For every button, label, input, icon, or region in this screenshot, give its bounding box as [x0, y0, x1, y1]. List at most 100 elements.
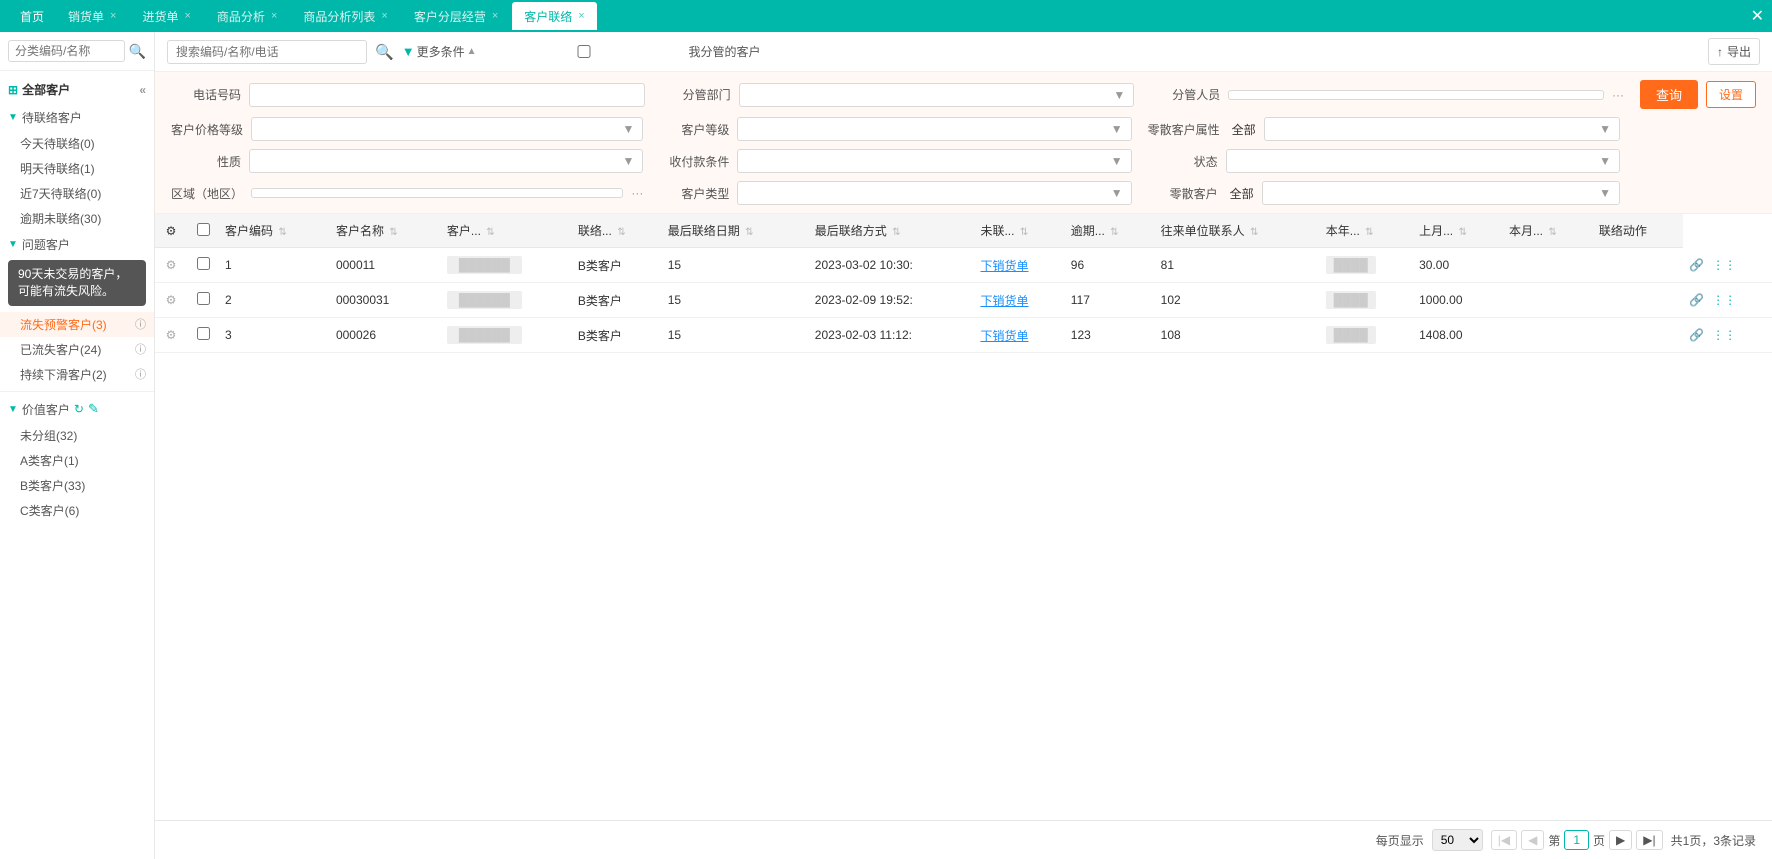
more-dots-icon[interactable]: ··· [1612, 88, 1624, 102]
action-menu-icon[interactable]: ⋮⋮ [1712, 258, 1736, 272]
filter-phone-input[interactable] [249, 83, 645, 107]
row-select-checkbox[interactable] [197, 327, 210, 340]
filter-person-select[interactable] [1228, 90, 1604, 100]
action-link-icon[interactable]: 🔗 [1689, 258, 1704, 272]
first-page-button[interactable]: |◀ [1491, 830, 1517, 850]
next-page-button[interactable]: ▶ [1609, 830, 1632, 850]
per-page-select[interactable]: 50 100 200 [1432, 829, 1483, 851]
sidebar-item-churned[interactable]: 已流失客户(24) ⓘ [0, 337, 154, 362]
close-icon[interactable]: × [184, 10, 190, 22]
sort-icon[interactable]: ⇅ [1250, 227, 1258, 238]
close-icon[interactable]: × [271, 10, 277, 22]
advanced-filter-panel: 电话号码 分管部门 ▼ 分管人员 ··· [155, 72, 1772, 214]
th-checkbox[interactable] [187, 214, 219, 248]
sidebar-item-declining[interactable]: 持续下滑客户(2) ⓘ [0, 362, 154, 387]
sidebar-item-7days[interactable]: 近7天待联络(0) [0, 181, 154, 206]
sort-icon[interactable]: ⇅ [745, 227, 753, 238]
edit-icon[interactable]: ✎ [88, 401, 99, 417]
sort-icon[interactable]: ⇅ [1458, 227, 1466, 238]
more-conditions-button[interactable]: ▼ 更多条件 ▲ [402, 43, 477, 60]
sort-icon[interactable]: ⇅ [1110, 227, 1118, 238]
filter-price-level-select[interactable]: ▼ [251, 117, 643, 141]
row-checkbox[interactable] [187, 283, 219, 318]
close-icon[interactable]: × [492, 10, 498, 22]
tab-home[interactable]: 首页 [8, 2, 56, 30]
settings-button[interactable]: 设置 [1706, 81, 1756, 108]
query-button[interactable]: 查询 [1640, 80, 1698, 109]
sidebar-group-pending[interactable]: ▼ 待联络客户 [0, 104, 154, 131]
my-customer-checkbox[interactable]: 我分管的客户 [484, 43, 760, 60]
export-button[interactable]: ↑ 导出 [1708, 38, 1760, 65]
filter-dept-select[interactable]: ▼ [739, 83, 1135, 107]
select-all-checkbox[interactable] [197, 223, 210, 236]
action-link-icon[interactable]: 🔗 [1689, 328, 1704, 342]
close-icon[interactable]: × [381, 10, 387, 22]
row-settings[interactable]: ⚙ [155, 318, 187, 353]
category-search-input[interactable] [8, 40, 125, 62]
filter-retail-attr-select[interactable]: ▼ [1264, 117, 1620, 141]
sidebar-group-problem[interactable]: ▼ 问题客户 [0, 231, 154, 258]
filter-retail-select[interactable]: ▼ [1262, 181, 1620, 205]
tab-product-list[interactable]: 商品分析列表 × [291, 2, 399, 30]
row-last-way: 下销货单 [974, 283, 1064, 318]
search-input[interactable] [167, 40, 367, 64]
filter-price-level: 客户价格等级 ▼ [171, 117, 643, 141]
filter-status-select[interactable]: ▼ [1226, 149, 1620, 173]
page-unit: 页 [1593, 832, 1605, 849]
sort-icon[interactable]: ⇅ [389, 227, 397, 238]
sidebar-item-class-a[interactable]: A类客户(1) [0, 448, 154, 473]
more-dots-icon[interactable]: ··· [631, 186, 643, 200]
sort-icon[interactable]: ⇅ [486, 227, 494, 238]
th-settings[interactable]: ⚙ [155, 214, 187, 248]
row-settings[interactable]: ⚙ [155, 248, 187, 283]
sidebar-group-value[interactable]: ▼ 价值客户 ↻ ✎ [0, 396, 154, 423]
row-select-checkbox[interactable] [197, 292, 210, 305]
action-menu-icon[interactable]: ⋮⋮ [1712, 328, 1736, 342]
tab-sales[interactable]: 销货单 × [56, 2, 128, 30]
filter-payment-select[interactable]: ▼ [737, 149, 1131, 173]
sort-icon[interactable]: ⇅ [617, 227, 625, 238]
sort-icon[interactable]: ⇅ [278, 227, 286, 238]
row-action: 🔗 ⋮⋮ [1683, 283, 1772, 318]
search-icon[interactable]: 🔍 [375, 43, 394, 61]
main-layout: 🔍 ⊞ 全部客户 « ▼ 待联络客户 今天待联络(0) 明天待联络(1) 近7天… [0, 32, 1772, 859]
filter-nature-select[interactable]: ▼ [249, 149, 643, 173]
tab-customer-contact[interactable]: 客户联络 × [512, 2, 596, 30]
close-all-button[interactable]: ✕ [1751, 6, 1764, 26]
prev-page-button[interactable]: ◀ [1521, 830, 1544, 850]
sidebar-item-tomorrow[interactable]: 明天待联络(1) [0, 156, 154, 181]
close-icon[interactable]: × [578, 10, 584, 22]
action-link-icon[interactable]: 🔗 [1689, 293, 1704, 307]
row-overdue: 102 [1155, 283, 1320, 318]
row-select-checkbox[interactable] [197, 257, 210, 270]
sidebar-item-overdue[interactable]: 逾期未联络(30) [0, 206, 154, 231]
filter-cust-type-select[interactable]: ▼ [737, 181, 1131, 205]
row-settings[interactable]: ⚙ [155, 283, 187, 318]
tab-customer-segment[interactable]: 客户分层经营 × [402, 2, 510, 30]
sort-icon[interactable]: ⇅ [1548, 227, 1556, 238]
sidebar-item-today[interactable]: 今天待联络(0) [0, 131, 154, 156]
arrow-icon: ▼ [8, 239, 18, 250]
sidebar-item-class-c[interactable]: C类客户(6) [0, 498, 154, 523]
sidebar-item-class-b[interactable]: B类客户(33) [0, 473, 154, 498]
sort-icon[interactable]: ⇅ [1020, 227, 1028, 238]
sort-icon[interactable]: ⇅ [1365, 227, 1373, 238]
sort-icon[interactable]: ⇅ [892, 227, 900, 238]
refresh-icon[interactable]: ↻ [74, 402, 84, 416]
row-checkbox[interactable] [187, 248, 219, 283]
my-customer-check[interactable] [484, 45, 684, 58]
collapse-icon[interactable]: « [139, 83, 146, 97]
sidebar-all-customers[interactable]: ⊞ 全部客户 « [0, 75, 154, 104]
last-page-button[interactable]: ▶| [1636, 830, 1662, 850]
filter-region-select[interactable] [251, 188, 623, 198]
row-unlink: 117 [1065, 283, 1155, 318]
action-menu-icon[interactable]: ⋮⋮ [1712, 293, 1736, 307]
filter-customer-level-select[interactable]: ▼ [737, 117, 1131, 141]
row-checkbox[interactable] [187, 318, 219, 353]
tab-purchase[interactable]: 进货单 × [130, 2, 202, 30]
tab-product-analysis[interactable]: 商品分析 × [205, 2, 289, 30]
sidebar-item-churn-warning[interactable]: 流失预警客户(3) ⓘ [0, 312, 154, 337]
sidebar-search-icon[interactable]: 🔍 [129, 43, 146, 60]
sidebar-item-ungroup[interactable]: 未分组(32) [0, 423, 154, 448]
close-icon[interactable]: × [110, 10, 116, 22]
